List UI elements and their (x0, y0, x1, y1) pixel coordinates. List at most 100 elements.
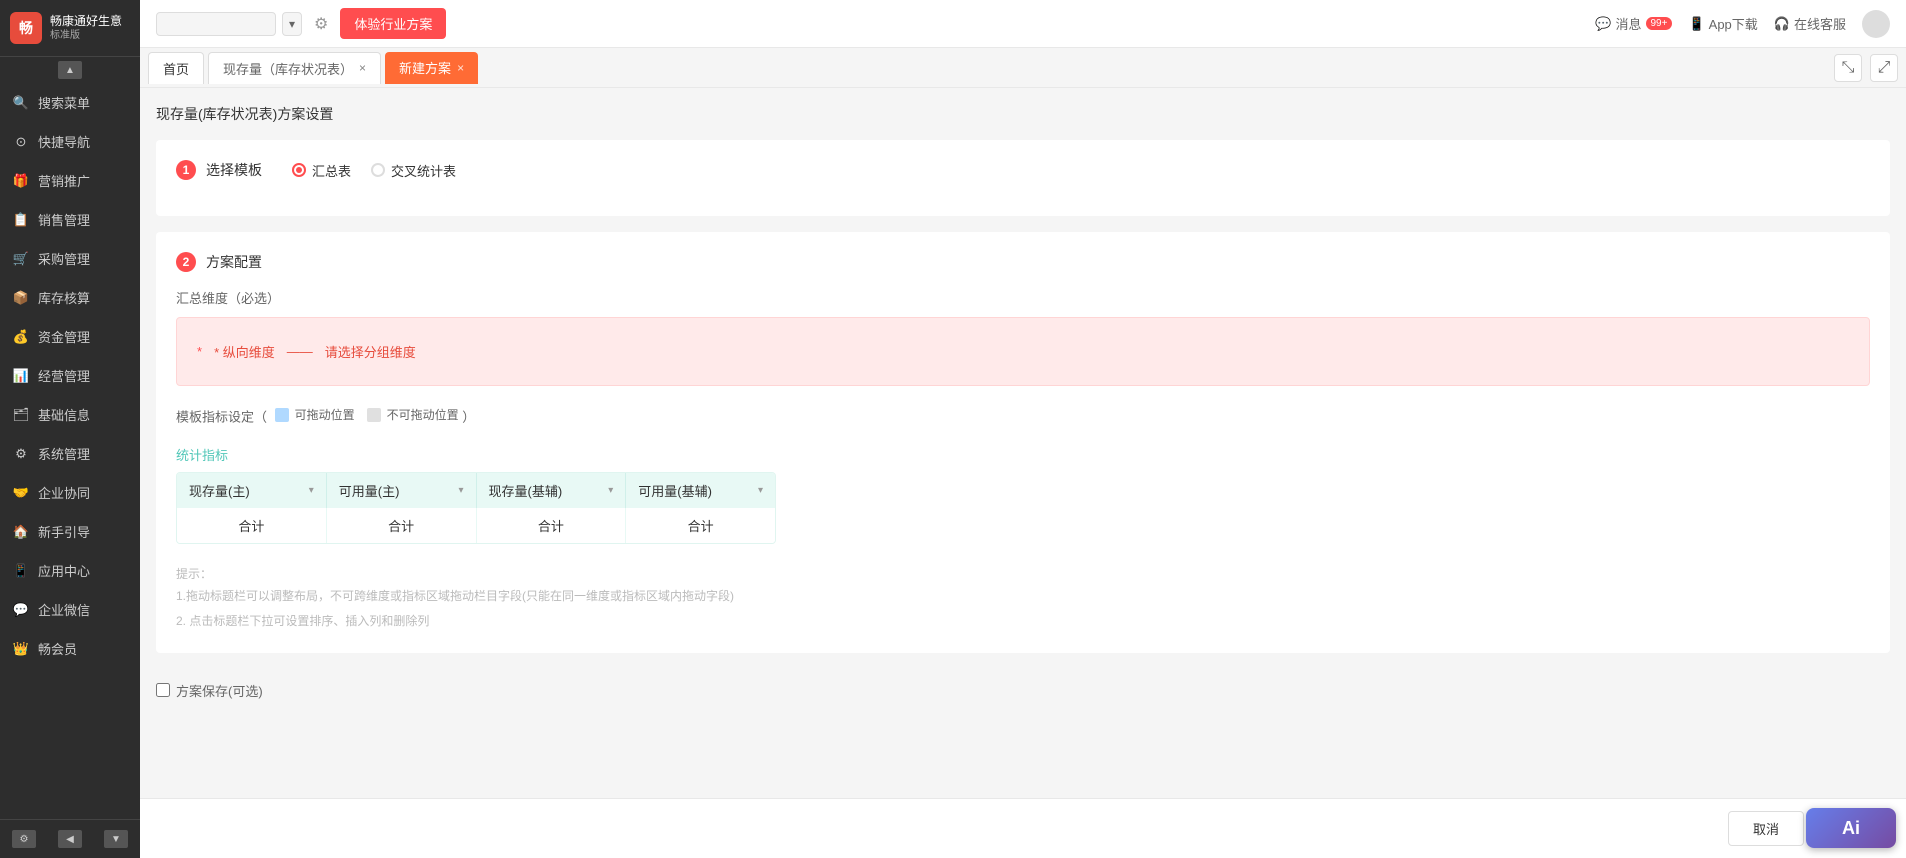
tab-inventory[interactable]: 现存量（库存状况表） × (208, 52, 381, 84)
vertical-dimension-label: * 纵向维度 (214, 342, 275, 361)
sidebar-item-newuser[interactable]: 🏠 新手引导 (0, 512, 140, 551)
sidebar-item-member[interactable]: 👑 畅会员 (0, 629, 140, 668)
main-area: ▾ ⚙ 体验行业方案 💬 消息 99+ 📱 App下载 🎧 在线客服 首页 (140, 0, 1906, 858)
indicator-section: 模板指标设定（ 可拖动位置 不可拖动位置 ） 统计指标 (176, 406, 1870, 544)
radio-dot-cross (371, 163, 385, 177)
col-chevron-1[interactable]: ▾ (458, 485, 463, 496)
sidebar-item-system[interactable]: ⚙ 系统管理 (0, 434, 140, 473)
sidebar-item-cooperation[interactable]: 🤝 企业协同 (0, 473, 140, 512)
hint-label: 提示： (176, 564, 1870, 586)
shortcuts-icon: ⊙ (12, 133, 30, 151)
topbar-right: 💬 消息 99+ 📱 App下载 🎧 在线客服 (1595, 10, 1890, 38)
sidebar-bottom: ⚙ ◀ ▼ (0, 819, 140, 858)
sidebar-logo: 畅 畅康通好生意 标准版 (0, 0, 140, 57)
member-icon: 👑 (12, 640, 30, 658)
tab-restore-btn[interactable]: ⤡ (1834, 54, 1862, 82)
col-header-2[interactable]: 现存量(基辅) ▾ (477, 473, 627, 508)
save-checkbox[interactable] (156, 683, 170, 697)
topbar-search-input[interactable] (156, 12, 276, 36)
sidebar-item-sales[interactable]: 📋 销售管理 (0, 200, 140, 239)
col-header-3[interactable]: 可用量(基辅) ▾ (626, 473, 775, 508)
sidebar-item-inventory[interactable]: 📦 库存核算 (0, 278, 140, 317)
sidebar-item-finance[interactable]: 💰 资金管理 (0, 317, 140, 356)
template-radio-group: 汇总表 交叉统计表 (292, 161, 456, 180)
system-icon: ⚙ (12, 445, 30, 463)
tabs-bar: 首页 现存量（库存状况表） × 新建方案 × ⤡ ⤢ (140, 48, 1906, 88)
sidebar-item-purchase[interactable]: 🛒 采购管理 (0, 239, 140, 278)
required-star: * (197, 344, 202, 359)
tab-new-scheme-close[interactable]: × (457, 61, 464, 75)
sidebar-item-appcenter[interactable]: 📱 应用中心 (0, 551, 140, 590)
app-download-btn[interactable]: 📱 App下载 (1688, 14, 1757, 33)
sidebar-item-operations[interactable]: 📊 经营管理 (0, 356, 140, 395)
tab-expand-btn[interactable]: ⤢ (1870, 54, 1898, 82)
page-content: 现存量(库存状况表)方案设置 1 选择模板 汇总表 交叉统计表 (140, 88, 1906, 798)
col-chevron-0[interactable]: ▾ (309, 485, 314, 496)
col-body-1: 合计 (327, 508, 477, 543)
dimension-config: 汇总维度（必选） * * 纵向维度 —— 请选择分组维度 (176, 288, 1870, 386)
app-logo-icon: 畅 (10, 12, 42, 44)
col-chevron-2[interactable]: ▾ (608, 485, 613, 496)
save-label: 方案保存(可选) (176, 681, 263, 700)
topbar-dropdown[interactable]: ▾ (282, 12, 302, 36)
user-avatar[interactable] (1862, 10, 1890, 38)
section1-title: 选择模板 (206, 160, 262, 180)
support-btn[interactable]: 🎧 在线客服 (1774, 14, 1846, 33)
basic-icon: 🗂 (12, 406, 30, 424)
col-chevron-3[interactable]: ▾ (758, 485, 763, 496)
topbar: ▾ ⚙ 体验行业方案 💬 消息 99+ 📱 App下载 🎧 在线客服 (140, 0, 1906, 48)
sidebar-scroll-top: ▲ (0, 57, 140, 83)
scroll-down-btn[interactable]: ◀ (58, 830, 82, 848)
sidebar-item-wechat[interactable]: 💬 企业微信 (0, 590, 140, 629)
scroll-up-btn[interactable]: ▲ (58, 61, 82, 79)
cooperation-icon: 🤝 (12, 484, 30, 502)
summary-dimension-label: 汇总维度（必选） (176, 288, 1870, 307)
sidebar: 畅 畅康通好生意 标准版 ▲ 🔍 搜索菜单 ⊙ 快捷导航 🎁 营销推广 📋 销售… (0, 0, 140, 858)
search-icon: 🔍 (12, 94, 30, 112)
dimension-hint[interactable]: 请选择分组维度 (325, 342, 416, 361)
topbar-gear-icon[interactable]: ⚙ (314, 14, 328, 34)
topbar-input-group: ▾ (156, 12, 302, 36)
radio-summary[interactable]: 汇总表 (292, 161, 351, 180)
non-draggable-box (367, 408, 381, 422)
headset-icon: 🎧 (1774, 16, 1790, 32)
tab-inventory-close[interactable]: × (359, 61, 366, 75)
hint-2: 2. 点击标题栏下拉可设置排序、插入列和删除列 (176, 611, 1870, 633)
stats-section-label: 统计指标 (176, 445, 1870, 464)
sidebar-item-shortcuts[interactable]: ⊙ 快捷导航 (0, 122, 140, 161)
col-header-1[interactable]: 可用量(主) ▾ (327, 473, 477, 508)
inventory-icon: 📦 (12, 289, 30, 307)
cancel-button[interactable]: 取消 (1728, 811, 1804, 846)
industry-btn[interactable]: 体验行业方案 (340, 8, 446, 39)
sidebar-item-marketing[interactable]: 🎁 营销推广 (0, 161, 140, 200)
tab-new-scheme[interactable]: 新建方案 × (385, 52, 478, 84)
section1-header: 1 选择模板 汇总表 交叉统计表 (176, 160, 1870, 180)
page-title: 现存量(库存状况表)方案设置 (156, 104, 1890, 124)
scroll-down-arrow[interactable]: ▼ (104, 830, 128, 848)
settings-bottom-icon[interactable]: ⚙ (12, 830, 36, 848)
ai-button[interactable]: Ai (1806, 808, 1896, 848)
toggle-group: 可拖动位置 不可拖动位置 (275, 406, 459, 423)
message-btn[interactable]: 💬 消息 99+ (1595, 14, 1672, 33)
radio-dot-summary (292, 163, 306, 177)
draggable-toggle: 可拖动位置 (275, 406, 355, 423)
section1-number: 1 (176, 160, 196, 180)
section-template: 1 选择模板 汇总表 交叉统计表 (156, 140, 1890, 216)
page-footer: 取消 查询 (140, 798, 1906, 858)
sidebar-item-search[interactable]: 🔍 搜索菜单 (0, 83, 140, 122)
sidebar-item-basic[interactable]: 🗂 基础信息 (0, 395, 140, 434)
radio-cross[interactable]: 交叉统计表 (371, 161, 456, 180)
col-header-0[interactable]: 现存量(主) ▾ (177, 473, 327, 508)
indicator-setting-label: 模板指标设定（ 可拖动位置 不可拖动位置 ） (176, 406, 1870, 435)
tab-home[interactable]: 首页 (148, 52, 204, 84)
non-draggable-toggle: 不可拖动位置 (367, 406, 459, 423)
radio-label-summary: 汇总表 (312, 161, 351, 180)
finance-icon: 💰 (12, 328, 30, 346)
tabs-right-controls: ⤡ ⤢ (1834, 54, 1898, 82)
wechat-icon: 💬 (12, 601, 30, 619)
save-option: 方案保存(可选) (156, 669, 1890, 712)
section2-number: 2 (176, 252, 196, 272)
dimension-dash: —— (287, 344, 313, 359)
message-badge: 99+ (1646, 17, 1673, 30)
hint-1: 1.拖动标题栏可以调整布局，不可跨维度或指标区域拖动栏目字段(只能在同一维度或指… (176, 586, 1870, 608)
